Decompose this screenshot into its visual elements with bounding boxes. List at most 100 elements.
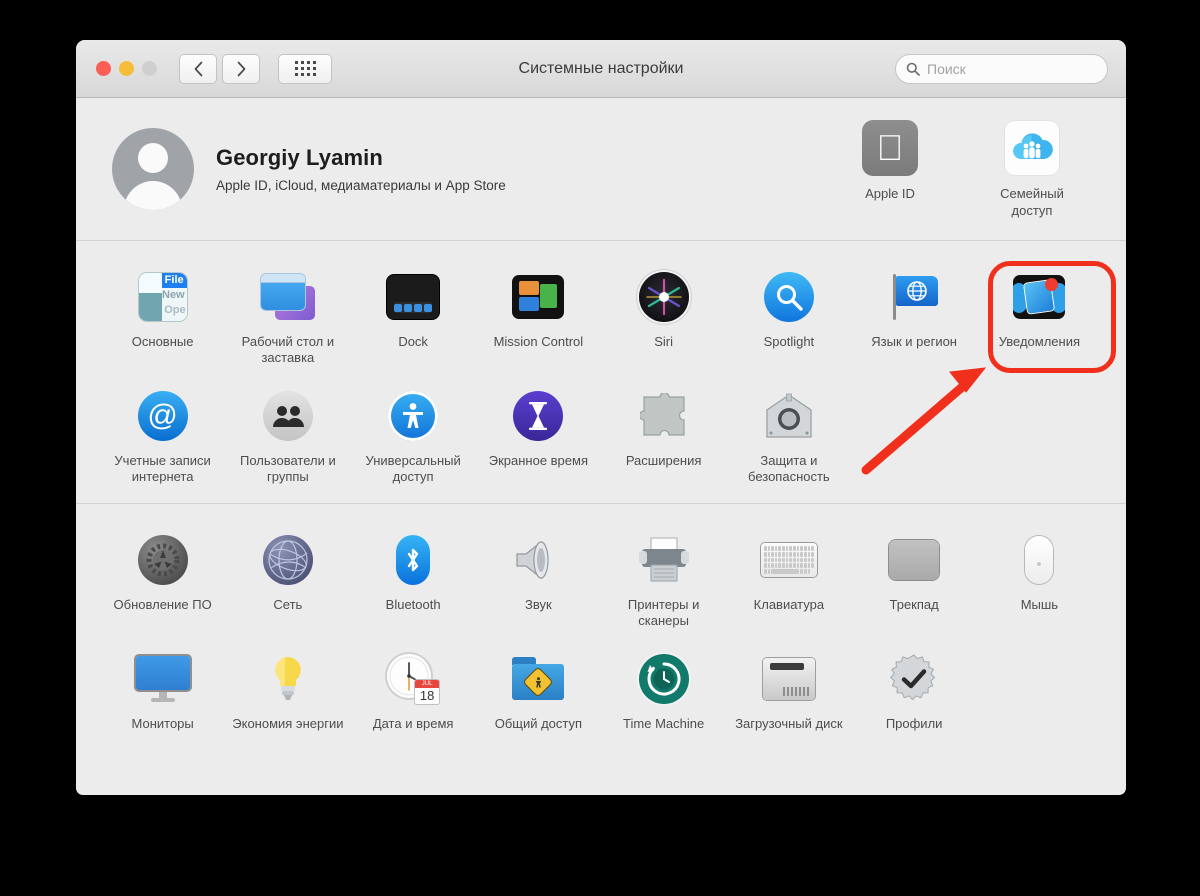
startup-disk-icon [761,651,817,707]
account-subtitle: Apple ID, iCloud, медиаматериалы и App S… [216,178,506,193]
pref-label: Расширения [625,453,702,468]
printers-scanners-icon [636,532,692,588]
close-button[interactable] [96,61,111,76]
profiles-icon [886,651,942,707]
pref-label: Apple ID [865,185,915,201]
zoom-button [142,61,157,76]
pref-label: Уведомления [998,334,1081,349]
pref-sound[interactable]: Звук [476,526,601,629]
pref-accessibility[interactable]: Универсальный доступ [351,382,476,485]
pref-mission-control[interactable]: Mission Control [476,263,601,366]
energy-saver-icon [260,651,316,707]
pref-label: Защита и безопасность [748,453,830,484]
language-region-icon [886,269,942,325]
sharing-icon [510,651,566,707]
pref-startup-disk[interactable]: Загрузочный диск [726,645,851,732]
show-all-button[interactable] [278,53,332,84]
displays-icon [135,651,191,707]
pref-label: Siri [654,334,674,349]
pref-label: Общий доступ [494,716,583,731]
pref-trackpad[interactable]: Трекпад [852,526,977,629]
pref-label: Семейный доступ [1000,185,1064,218]
pref-keyboard[interactable]: Клавиатура [726,526,851,629]
preferences-group-personal: File New Ope Основные Рабочий стол и заста… [76,241,1126,503]
pref-label: Экономия энергии [232,716,344,731]
search-field[interactable]: Поиск [895,54,1108,84]
chevron-right-icon [237,61,245,76]
accessibility-icon [385,388,441,444]
pref-time-machine[interactable]: Time Machine [601,645,726,732]
pref-label: Основные [131,334,194,349]
calendar-badge: JUL 18 [415,680,440,704]
pref-dock[interactable]: Dock [351,263,476,366]
pref-label: Мышь [1020,597,1059,612]
time-machine-icon [636,651,692,707]
pref-label: Экранное время [488,453,588,468]
pref-notifications[interactable]: Уведомления [977,263,1102,366]
back-button[interactable] [179,53,217,84]
avatar [112,128,194,210]
pref-mouse[interactable]: Мышь [977,526,1102,629]
pref-security-privacy[interactable]: Защита и безопасность [726,382,851,485]
pref-label: Bluetooth [385,597,441,612]
minimize-button[interactable] [119,61,134,76]
pref-label: Универсальный доступ [365,453,461,484]
network-icon [260,532,316,588]
extensions-icon [636,388,692,444]
pref-profiles[interactable]: Профили [852,645,977,732]
pref-siri[interactable]: Siri [601,263,726,366]
chevron-left-icon [194,61,202,76]
pref-general[interactable]: File New Ope Основные [100,263,225,366]
account-shortcuts:  Apple ID [842,119,1104,219]
pref-network[interactable]: Сеть [225,526,350,629]
forward-button[interactable] [222,53,260,84]
pref-energy-saver[interactable]: Экономия энергии [225,645,350,732]
screen-time-icon [510,388,566,444]
trackpad-icon [886,532,942,588]
pref-label: Dock [398,334,428,349]
pref-spotlight[interactable]: Spotlight [726,263,851,366]
pref-label: Обновление ПО [113,597,212,612]
pref-apple-id[interactable]:  Apple ID [842,119,938,219]
family-sharing-icon [1004,119,1060,176]
pref-label: Принтеры и сканеры [627,597,700,628]
pref-label: Мониторы [131,716,194,731]
pref-label: Трекпад [889,597,939,612]
pref-screen-time[interactable]: Экранное время [476,382,601,485]
pref-software-update[interactable]: Обновление ПО [100,526,225,629]
grid-icon [294,61,316,76]
pref-label: Time Machine [623,716,705,731]
pref-printers-scanners[interactable]: Принтеры и сканеры [601,526,726,629]
account-section[interactable]: Georgiy Lyamin Apple ID, iCloud, медиама… [76,98,1126,241]
pref-label: Клавиатура [753,597,825,612]
pref-label: Дата и время [372,716,454,731]
notifications-icon [1011,269,1067,325]
account-name: Georgiy Lyamin [216,145,383,170]
preference-grid: File New Ope Основные Рабочий стол и заста… [100,263,1102,485]
pref-family-sharing[interactable]: Семейный доступ [984,119,1080,219]
pref-desktop-screensaver[interactable]: Рабочий стол и заставка [225,263,350,366]
pref-label: Звук [525,597,552,612]
apple-id-icon:  [862,119,918,176]
calendar-month: JUL [415,680,440,688]
search-placeholder: Поиск [927,61,966,77]
keyboard-icon [760,532,817,588]
pref-language-region[interactable]: Язык и регион [852,263,977,366]
pref-sharing[interactable]: Общий доступ [476,645,601,732]
pref-label: Язык и регион [871,334,957,349]
pref-label: Spotlight [763,334,815,349]
security-privacy-icon [761,388,817,444]
pref-displays[interactable]: Мониторы [100,645,225,732]
pref-internet-accounts[interactable]: @ Учетные записи интернета [100,382,225,485]
mission-control-icon [510,269,566,325]
pref-date-time[interactable]: JUL 18 Дата и время [351,645,476,732]
pref-users-groups[interactable]: Пользователи и группы [225,382,350,485]
system-preferences-window: Системные настройки Поиск Georgiy Lyamin… [76,40,1126,795]
date-time-icon: JUL 18 [385,651,441,707]
internet-accounts-icon: @ [135,388,191,444]
pref-label: Загрузочный диск [735,716,843,731]
dock-icon [385,269,441,325]
pref-extensions[interactable]: Расширения [601,382,726,485]
pref-label: Сеть [273,597,303,612]
pref-bluetooth[interactable]: Bluetooth [351,526,476,629]
